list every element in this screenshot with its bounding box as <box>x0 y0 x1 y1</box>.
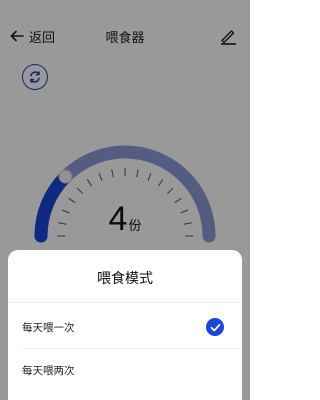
divider <box>22 348 242 349</box>
option-label: 每天喂两次 <box>22 364 75 377</box>
sheet-title: 喂食模式 <box>97 271 153 287</box>
option-twice-daily[interactable]: 每天喂两次 <box>8 350 242 390</box>
feeding-mode-sheet: 喂食模式 每天喂一次 每天喂两次 <box>8 250 242 400</box>
divider <box>8 302 242 303</box>
option-once-daily[interactable]: 每天喂一次 <box>8 307 242 347</box>
check-icon <box>206 318 224 336</box>
option-label: 每天喂一次 <box>22 321 75 334</box>
